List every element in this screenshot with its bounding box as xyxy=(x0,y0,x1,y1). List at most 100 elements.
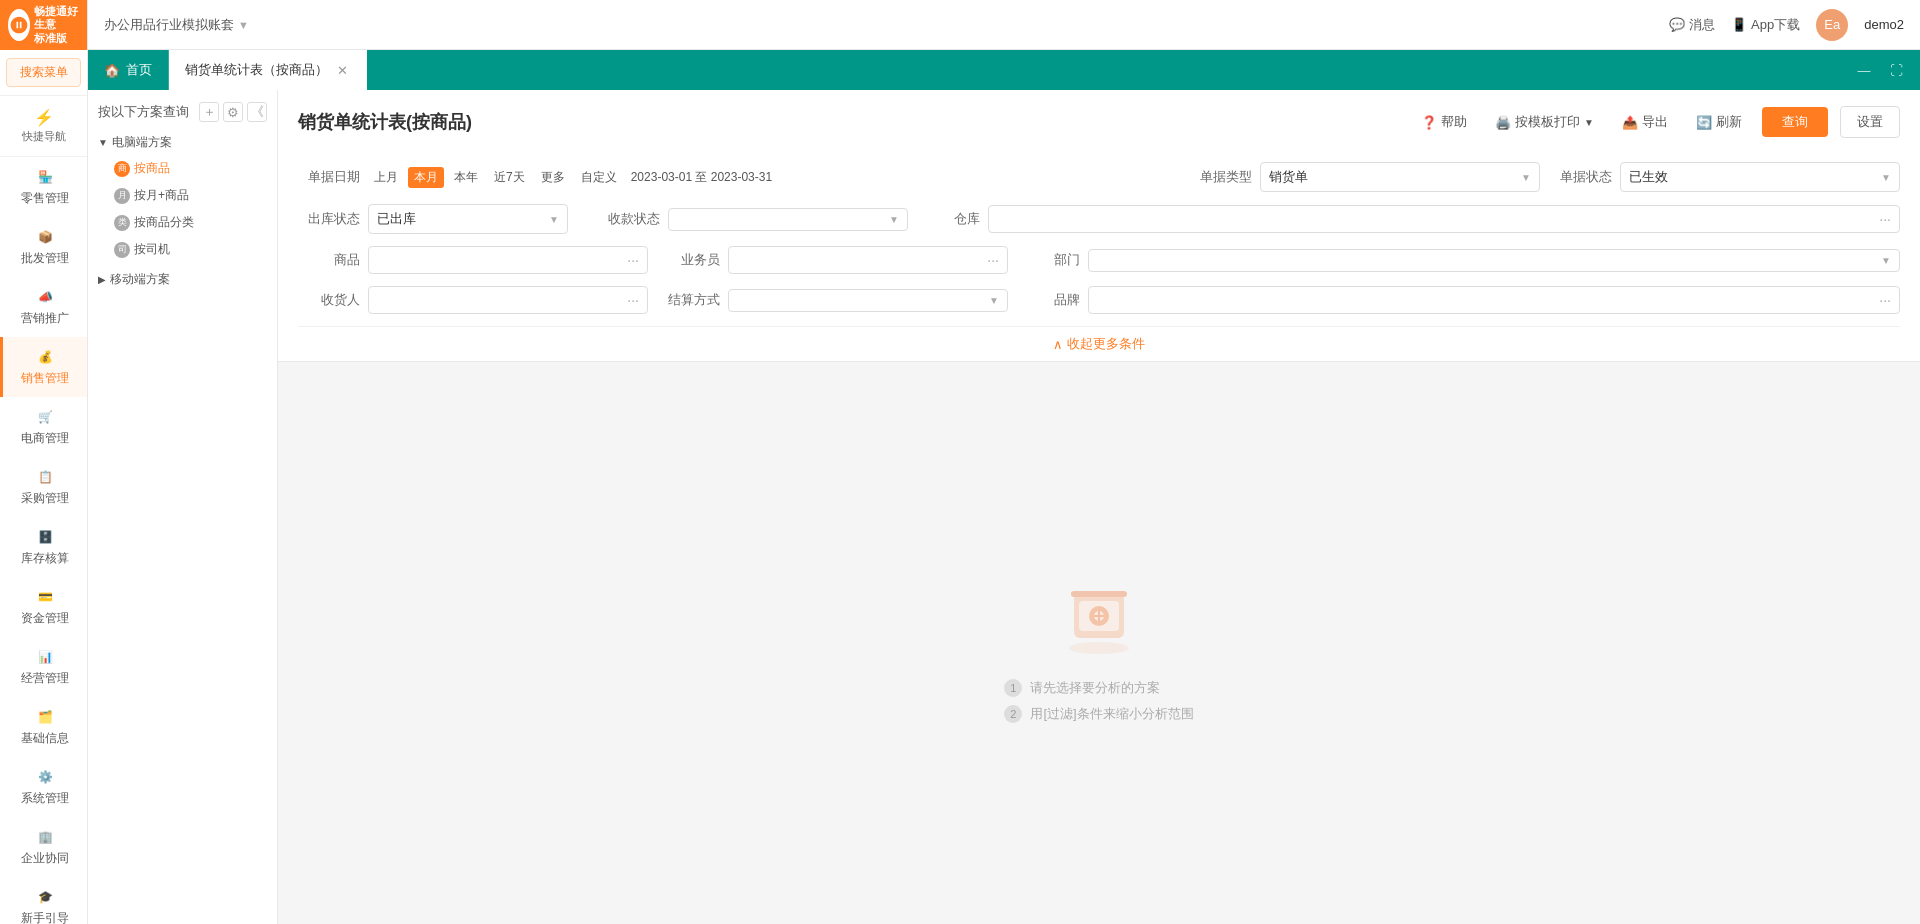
filter-docstatus-select[interactable]: 已生效 ▼ xyxy=(1620,162,1900,192)
filter-label-date: 单据日期 xyxy=(298,168,368,186)
filter-recipient-select[interactable]: ··· xyxy=(368,286,648,314)
docstatus-chevron-icon: ▼ xyxy=(1881,172,1891,183)
main-area: 办公用品行业模拟账套 ▼ 💬 消息 📱 App下载 Ea demo2 🏠 首页 … xyxy=(88,0,1920,924)
filter-label-dept: 部门 xyxy=(1008,251,1088,269)
sales-icon: 💰 xyxy=(35,347,55,367)
sidebar-search[interactable]: 搜索菜单 xyxy=(0,50,87,96)
collapse-bar[interactable]: ∧ 收起更多条件 xyxy=(298,326,1900,361)
date-tab-more[interactable]: 更多 xyxy=(535,167,571,188)
empty-state-icon xyxy=(1049,563,1149,663)
refresh-button[interactable]: 🔄 刷新 xyxy=(1688,109,1750,135)
group-pc: ▼ 电脑端方案 商 按商品 月 按月+商品 类 按商品分类 xyxy=(88,130,277,263)
lp-settings-button[interactable]: ⚙ xyxy=(223,102,243,122)
sidebar-item-inventory[interactable]: 🗄️ 库存核算 xyxy=(0,517,87,577)
help-button[interactable]: ❓ 帮助 xyxy=(1413,109,1475,135)
print-button[interactable]: 🖨️ 按模板打印 ▼ xyxy=(1487,109,1602,135)
sidebar-item-ops[interactable]: 📊 经营管理 xyxy=(0,637,87,697)
filter-salesperson-select[interactable]: ··· xyxy=(728,246,1008,274)
tip-num-1: 1 xyxy=(1004,679,1022,697)
filter-storage-select[interactable]: 已出库 ▼ xyxy=(368,204,568,234)
left-panel-actions: ＋ ⚙ 《 xyxy=(199,102,267,122)
wholesale-icon: 📦 xyxy=(35,227,55,247)
sidebar-item-finance[interactable]: 💳 资金管理 xyxy=(0,577,87,637)
lp-item-by-clerk[interactable]: 司 按司机 xyxy=(104,236,277,263)
query-button[interactable]: 查询 xyxy=(1762,107,1828,137)
filter-label-payment-method: 结算方式 xyxy=(648,291,728,309)
doctype-chevron-icon: ▼ xyxy=(1521,172,1531,183)
lp-item-by-product[interactable]: 商 按商品 xyxy=(104,155,277,182)
storage-chevron-icon: ▼ xyxy=(549,214,559,225)
recipient-dots-icon[interactable]: ··· xyxy=(627,292,639,308)
sidebar-item-sales[interactable]: 💰 销售管理 xyxy=(0,337,87,397)
filter-payment-method-control: ▼ xyxy=(728,289,1008,312)
message-button[interactable]: 💬 消息 xyxy=(1669,16,1715,34)
filter-docstatus-control: 已生效 ▼ xyxy=(1620,162,1900,192)
tip-text-1: 请先选择要分析的方案 xyxy=(1030,679,1160,697)
sidebar-item-purchase[interactable]: 📋 采购管理 xyxy=(0,457,87,517)
sidebar-item-basic[interactable]: 🗂️ 基础信息 xyxy=(0,697,87,757)
username-label[interactable]: demo2 xyxy=(1864,17,1904,32)
warehouse-dots-icon[interactable]: ··· xyxy=(1879,211,1891,227)
date-tab-last-month[interactable]: 上月 xyxy=(368,167,404,188)
date-tab-this-month[interactable]: 本月 xyxy=(408,167,444,188)
filter-dept-control: ▼ xyxy=(1088,249,1900,272)
content-area: 按以下方案查询 ＋ ⚙ 《 ▼ 电脑端方案 商 按商品 xyxy=(88,90,1920,924)
print-chevron-icon: ▼ xyxy=(1584,117,1594,128)
purchase-icon: 📋 xyxy=(35,467,55,487)
enterprise-icon: 🏢 xyxy=(35,827,55,847)
lp-item-by-category[interactable]: 类 按商品分类 xyxy=(104,209,277,236)
date-tab-custom[interactable]: 自定义 xyxy=(575,167,623,188)
sidebar-item-system[interactable]: ⚙️ 系统管理 xyxy=(0,757,87,817)
filter-product-select[interactable]: ··· xyxy=(368,246,648,274)
download-icon: 📱 xyxy=(1731,17,1747,32)
filter-product-control: ··· xyxy=(368,246,648,274)
lp-collapse-button[interactable]: 《 xyxy=(247,102,267,122)
filter-dept-select[interactable]: ▼ xyxy=(1088,249,1900,272)
tab-home[interactable]: 🏠 首页 xyxy=(88,50,169,90)
search-menu-button[interactable]: 搜索菜单 xyxy=(6,58,81,87)
svg-rect-4 xyxy=(1071,591,1127,597)
lp-add-button[interactable]: ＋ xyxy=(199,102,219,122)
page-title-row: 销货单统计表(按商品) ❓ 帮助 🖨️ 按模板打印 ▼ 📤 xyxy=(298,106,1900,150)
sidebar-item-enterprise[interactable]: 🏢 企业协同 xyxy=(0,817,87,877)
industry-selector[interactable]: 办公用品行业模拟账套 ▼ xyxy=(104,16,249,34)
lp-item-by-month-product[interactable]: 月 按月+商品 xyxy=(104,182,277,209)
left-panel: 按以下方案查询 ＋ ⚙ 《 ▼ 电脑端方案 商 按商品 xyxy=(88,90,278,924)
product-dots-icon[interactable]: ··· xyxy=(627,252,639,268)
sidebar-item-wholesale[interactable]: 📦 批发管理 xyxy=(0,217,87,277)
filter-warehouse-select[interactable]: ··· xyxy=(988,205,1900,233)
tab-close-button[interactable]: ✕ xyxy=(334,62,350,78)
settings-button[interactable]: 设置 xyxy=(1840,106,1900,138)
right-panel: 销货单统计表(按商品) ❓ 帮助 🖨️ 按模板打印 ▼ 📤 xyxy=(278,90,1920,924)
group-mobile-header[interactable]: ▶ 移动端方案 xyxy=(88,267,277,292)
ecommerce-icon: 🛒 xyxy=(35,407,55,427)
by-clerk-icon: 司 xyxy=(114,242,130,258)
salesperson-dots-icon[interactable]: ··· xyxy=(987,252,999,268)
date-range: 2023-03-01 至 2023-03-31 xyxy=(631,169,772,186)
left-panel-header: 按以下方案查询 ＋ ⚙ 《 xyxy=(88,98,277,130)
tabbar-actions: — ⛶ xyxy=(1840,58,1920,82)
by-product-icon: 商 xyxy=(114,161,130,177)
tab-sales-stat[interactable]: 销货单统计表（按商品） ✕ xyxy=(169,50,367,90)
date-tab-last-7days[interactable]: 近7天 xyxy=(488,167,531,188)
user-avatar[interactable]: Ea xyxy=(1816,9,1848,41)
tab-minimize-button[interactable]: — xyxy=(1852,58,1876,82)
filter-doctype-select[interactable]: 销货单 ▼ xyxy=(1260,162,1540,192)
date-tab-this-year[interactable]: 本年 xyxy=(448,167,484,188)
right-panel-header: 销货单统计表(按商品) ❓ 帮助 🖨️ 按模板打印 ▼ 📤 xyxy=(278,90,1920,362)
sidebar-nav-quick[interactable]: ⚡ 快捷导航 xyxy=(0,102,87,150)
tab-maximize-button[interactable]: ⛶ xyxy=(1884,58,1908,82)
group-pc-header[interactable]: ▼ 电脑端方案 xyxy=(88,130,277,155)
filter-payment-status-select[interactable]: ▼ xyxy=(668,208,908,231)
sidebar-item-ecommerce[interactable]: 🛒 电商管理 xyxy=(0,397,87,457)
svg-point-0 xyxy=(1069,642,1129,654)
filter-payment-method-select[interactable]: ▼ xyxy=(728,289,1008,312)
export-button[interactable]: 📤 导出 xyxy=(1614,109,1676,135)
sidebar-item-marketing[interactable]: 📣 营销推广 xyxy=(0,277,87,337)
sidebar-item-guide[interactable]: 🎓 新手引导 xyxy=(0,877,87,924)
chevron-down-icon: ▼ xyxy=(238,19,249,31)
brand-dots-icon[interactable]: ··· xyxy=(1879,292,1891,308)
app-download-button[interactable]: 📱 App下载 xyxy=(1731,16,1800,34)
sidebar-item-retail[interactable]: 🏪 零售管理 xyxy=(0,157,87,217)
filter-brand-select[interactable]: ··· xyxy=(1088,286,1900,314)
